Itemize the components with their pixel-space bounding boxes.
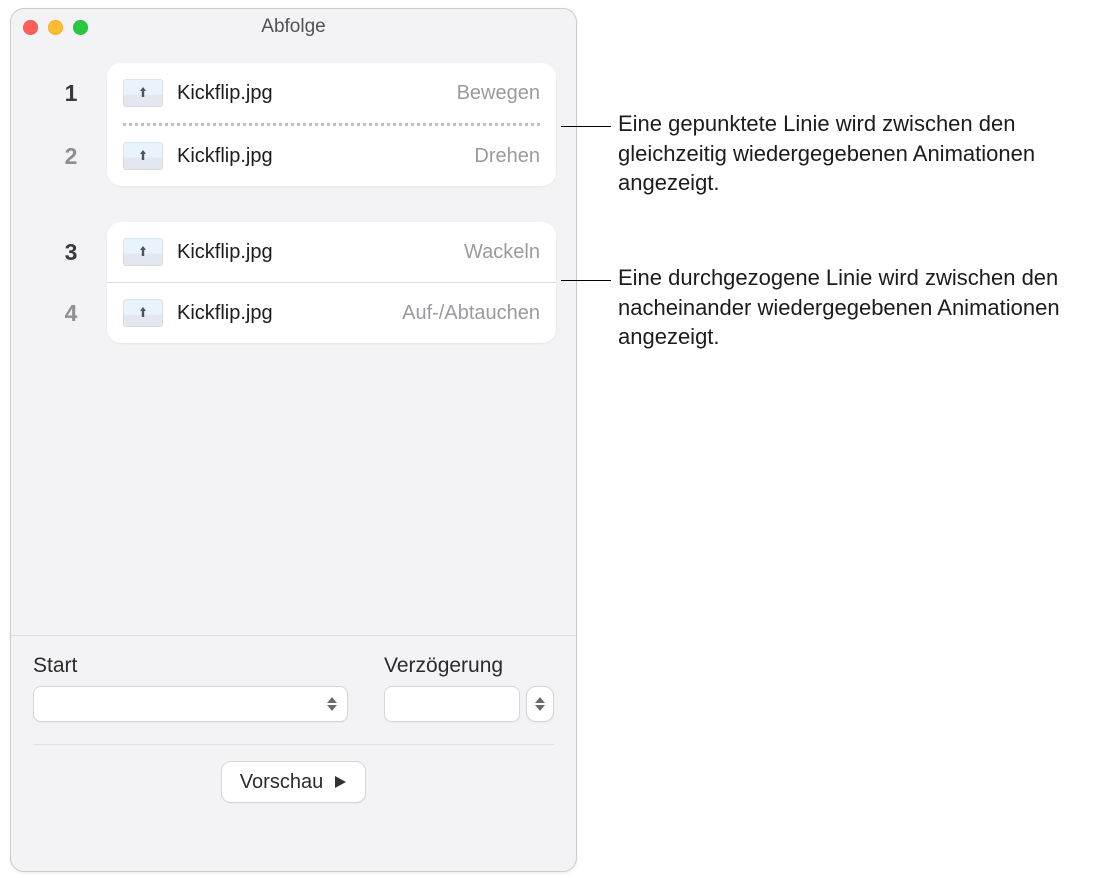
callout-leader (561, 126, 611, 127)
footer-panel: Start Verzögerung (11, 636, 576, 813)
effect-name: Bewegen (457, 82, 540, 105)
play-icon (333, 775, 347, 789)
list-item[interactable]: Kickflip.jpg Auf-/Abtauchen (107, 283, 556, 343)
filename: Kickflip.jpg (177, 82, 273, 105)
minimize-icon[interactable] (48, 20, 63, 35)
row-number: 1 (51, 63, 91, 123)
effect-name: Auf-/Abtauchen (402, 302, 540, 325)
list-item[interactable]: Kickflip.jpg Bewegen (107, 63, 556, 123)
effect-name: Drehen (474, 145, 540, 168)
callout-leader (561, 280, 611, 281)
maximize-icon[interactable] (73, 20, 88, 35)
sequence-window: Abfolge 1 2 Kickflip.jpg Bewegen Kick (10, 8, 577, 872)
list-item[interactable]: Kickflip.jpg Wackeln (107, 222, 556, 282)
thumbnail-icon (123, 238, 163, 266)
callout-solid: Eine durchgezogene Linie wird zwischen d… (618, 263, 1073, 352)
list-item[interactable]: Kickflip.jpg Drehen (107, 126, 556, 186)
row-number: 2 (51, 126, 91, 186)
chevron-up-down-icon (323, 692, 341, 716)
delay-field[interactable] (384, 686, 520, 722)
start-label: Start (33, 654, 348, 678)
filename: Kickflip.jpg (177, 302, 273, 325)
group-simultaneous: 1 2 Kickflip.jpg Bewegen Kickflip.jpg D (31, 63, 556, 186)
window-controls (23, 20, 88, 35)
callout-dotted: Eine gepunktete Linie wird zwischen den … (618, 109, 1073, 198)
group-sequential: 3 4 Kickflip.jpg Wackeln Kickflip.jpg A (31, 222, 556, 343)
close-icon[interactable] (23, 20, 38, 35)
row-number: 4 (51, 283, 91, 343)
chevron-up-icon (535, 697, 545, 703)
titlebar: Abfolge (11, 9, 576, 45)
preview-label: Vorschau (240, 771, 323, 794)
preview-button[interactable]: Vorschau (221, 761, 366, 803)
filename: Kickflip.jpg (177, 145, 273, 168)
chevron-down-icon (535, 705, 545, 711)
thumbnail-icon (123, 79, 163, 107)
animation-list: 1 2 Kickflip.jpg Bewegen Kickflip.jpg D (11, 45, 576, 635)
start-popup[interactable] (33, 686, 348, 722)
thumbnail-icon (123, 299, 163, 327)
delay-label: Verzögerung (384, 654, 554, 678)
thumbnail-icon (123, 142, 163, 170)
window-title: Abfolge (11, 16, 576, 38)
start-control: Start (33, 654, 348, 722)
effect-name: Wackeln (464, 241, 540, 264)
group-card: Kickflip.jpg Wackeln Kickflip.jpg Auf-/A… (107, 222, 556, 343)
group-card: Kickflip.jpg Bewegen Kickflip.jpg Drehen (107, 63, 556, 186)
thin-divider (33, 744, 554, 745)
delay-stepper[interactable] (526, 686, 554, 722)
row-number: 3 (51, 222, 91, 282)
delay-control: Verzögerung (384, 654, 554, 722)
filename: Kickflip.jpg (177, 241, 273, 264)
